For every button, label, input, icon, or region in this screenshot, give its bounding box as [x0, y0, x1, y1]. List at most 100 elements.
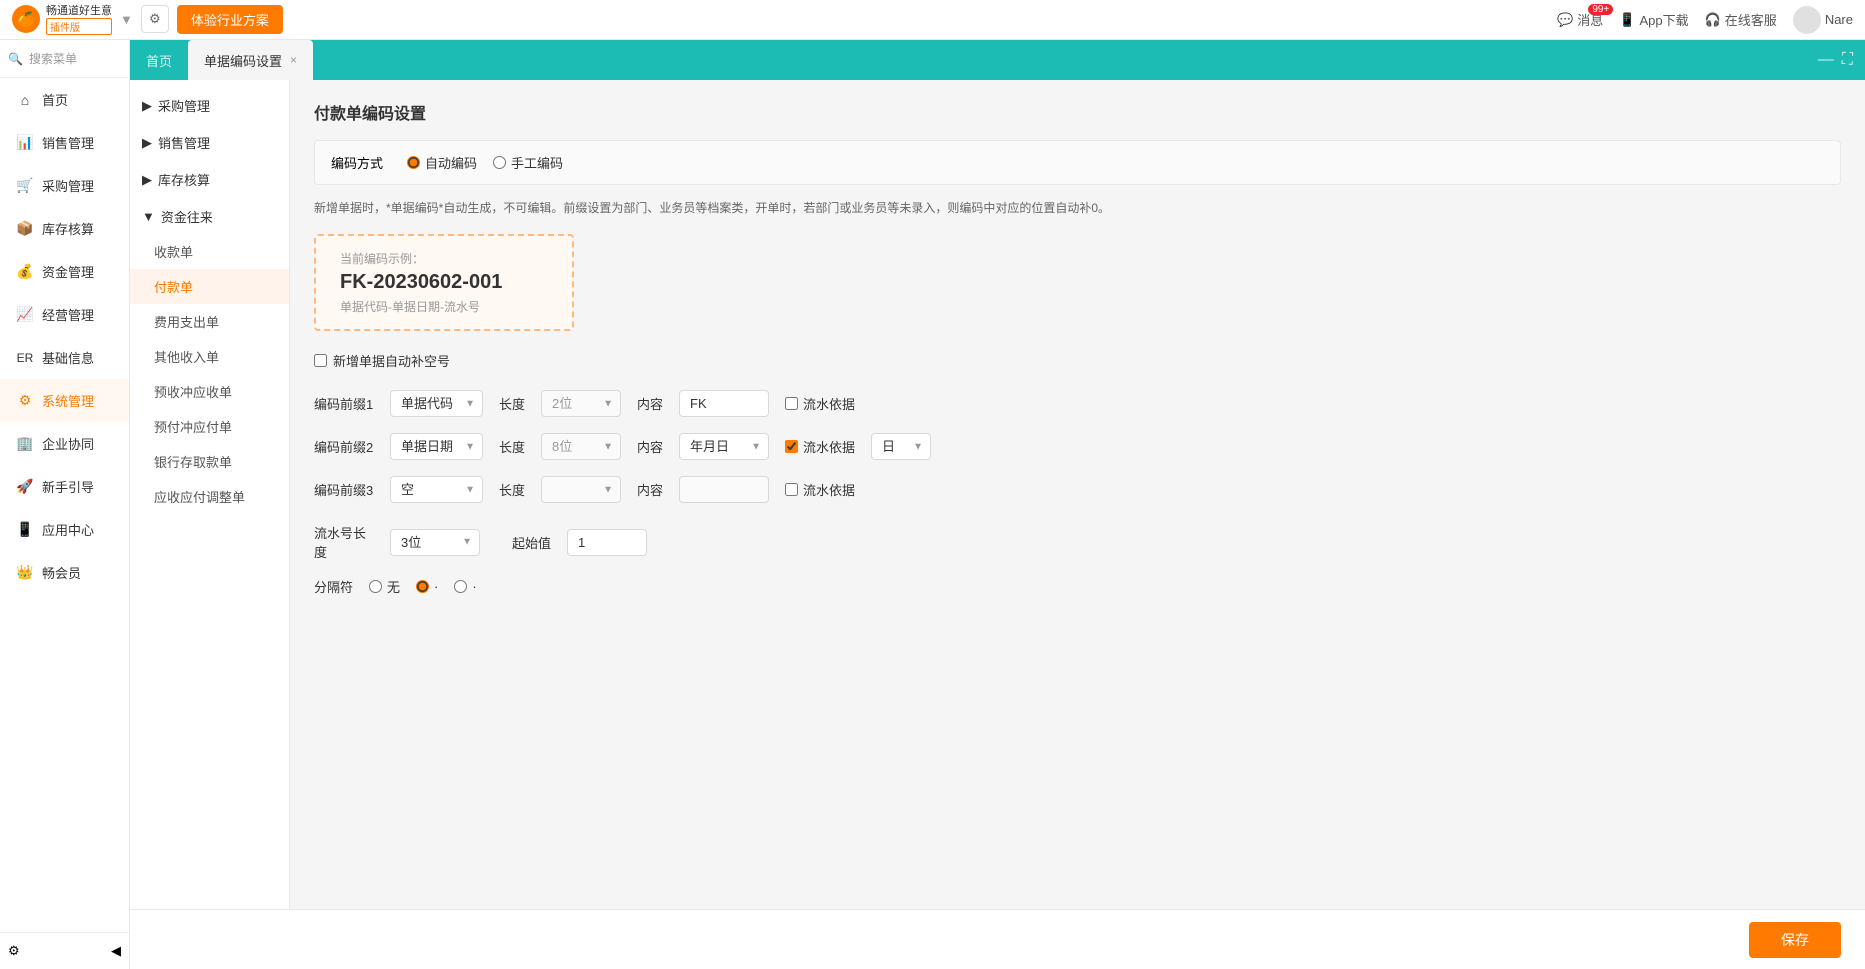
tab-maximize-icon[interactable]: ⛶: [1842, 51, 1853, 69]
dropdown-arrow-icon[interactable]: ▼: [120, 12, 133, 27]
user-avatar-area[interactable]: Nare: [1793, 6, 1853, 34]
stream-check-1: 流水依据: [785, 394, 855, 413]
enterprise-icon: 🏢: [16, 435, 34, 453]
sidebar-item-member[interactable]: 👑 畅会员: [0, 551, 129, 594]
content2-select-wrapper: 年月日 年月 年 ▼: [679, 433, 769, 460]
message-button[interactable]: 💬 消息 99+: [1557, 10, 1603, 29]
start-value-input[interactable]: [567, 529, 647, 556]
save-button[interactable]: 保存: [1749, 922, 1841, 958]
prefix3-select[interactable]: 单据代码 单据日期 部门 业务员 空: [390, 476, 483, 503]
serial-length-select[interactable]: 3位 4位 5位 6位: [390, 529, 480, 556]
content2-select[interactable]: 年月日 年月 年: [679, 433, 769, 460]
stream-checkbox-1[interactable]: [785, 397, 798, 410]
sidebar-item-finance[interactable]: 💰 资金管理: [0, 250, 129, 293]
sub-menu-inventory-header[interactable]: ▶ 库存核算: [130, 162, 289, 197]
auto-code-option[interactable]: 自动编码: [407, 153, 477, 172]
stream-check-2: 流水依据: [785, 437, 855, 456]
gear-button[interactable]: ⚙: [141, 5, 169, 33]
sidebar-item-enterprise[interactable]: 🏢 企业协同: [0, 422, 129, 465]
settings-icon[interactable]: ⚙: [8, 943, 20, 959]
manual-code-label: 手工编码: [511, 153, 563, 172]
prefix1-select[interactable]: 单据代码 单据日期 部门 业务员 空: [390, 390, 483, 417]
stream-checkbox-3[interactable]: [785, 483, 798, 496]
search-menu[interactable]: 🔍 搜索菜单: [0, 40, 129, 78]
sep-dot-option[interactable]: ·: [416, 579, 438, 594]
app-download-button[interactable]: 📱 App下载: [1619, 10, 1688, 29]
sep-dot2-radio[interactable]: [454, 580, 467, 593]
online-service-label: 在线客服: [1725, 10, 1777, 29]
sidebar-item-inventory[interactable]: 📦 库存核算: [0, 207, 129, 250]
app-download-label: App下载: [1639, 10, 1688, 29]
sidebar-item-sales[interactable]: 📊 销售管理: [0, 121, 129, 164]
capital-expand-icon: ▼: [142, 209, 155, 224]
sub-menu-capital-label: 资金往来: [161, 207, 213, 226]
sub-menu-expense[interactable]: 费用支出单: [130, 304, 289, 339]
content-wrapper: 首页 单据编码设置 × — ⛶ ▶ 采购管理: [130, 40, 1865, 969]
tab-home[interactable]: 首页: [130, 40, 188, 80]
sub-menu-capital: ▼ 资金往来 收款单 付款单 费用支出单 其他收入单 预收冲应收单 预付冲应付单…: [130, 199, 289, 514]
prefix3-label: 编码前缀3: [314, 480, 374, 499]
sub-menu-income[interactable]: 其他收入单: [130, 339, 289, 374]
apps-icon: 📱: [16, 521, 34, 539]
online-service-button[interactable]: 🎧 在线客服: [1705, 10, 1777, 29]
top-bar-left: 🍊 畅通道好生意 插件版 ▼ ⚙ 体验行业方案: [12, 4, 283, 35]
tab-minimize-icon[interactable]: —: [1818, 51, 1834, 69]
brand-name: 畅通道好生意: [46, 4, 112, 18]
sub-menu-payment[interactable]: 付款单: [130, 269, 289, 304]
manual-code-radio[interactable]: [493, 156, 506, 169]
sidebar-item-guide[interactable]: 🚀 新手引导: [0, 465, 129, 508]
experience-button[interactable]: 体验行业方案: [177, 5, 283, 34]
sidebar-item-purchase-label: 采购管理: [42, 176, 94, 195]
sidebar-item-apps[interactable]: 📱 应用中心: [0, 508, 129, 551]
user-name: Nare: [1825, 12, 1853, 27]
collapse-icon[interactable]: ◀: [111, 943, 121, 959]
sub-menu-prepay-recv[interactable]: 预收冲应收单: [130, 374, 289, 409]
auto-fill-checkbox[interactable]: [314, 354, 327, 367]
sub-menu-bank[interactable]: 银行存取款单: [130, 444, 289, 479]
auto-code-radio[interactable]: [407, 156, 420, 169]
sep-dot-radio[interactable]: [416, 580, 429, 593]
prefix3-row: 编码前缀3 单据代码 单据日期 部门 业务员 空 ▼ 长度: [314, 476, 1841, 503]
content-input-1[interactable]: [679, 390, 769, 417]
length3-select[interactable]: [541, 476, 621, 503]
content-label-3: 内容: [637, 480, 663, 499]
brand-text-area: 畅通道好生意 插件版: [46, 4, 112, 35]
sub-menu-purchase-label: 采购管理: [158, 96, 210, 115]
sub-menu-prepay-pay[interactable]: 预付冲应付单: [130, 409, 289, 444]
length2-select[interactable]: 6位 8位 10位: [541, 433, 621, 460]
stream-label-1: 流水依据: [803, 394, 855, 413]
sidebar-item-home-label: 首页: [42, 90, 68, 109]
sep-none-radio[interactable]: [369, 580, 382, 593]
footer-bar: 保存: [130, 909, 1865, 969]
stream-label-2: 流水依据: [803, 437, 855, 456]
sub-menu-ap-adjust[interactable]: 应收应付调整单: [130, 479, 289, 514]
content-label-2: 内容: [637, 437, 663, 456]
sub-menu-capital-header[interactable]: ▼ 资金往来: [130, 199, 289, 234]
length-label-2: 长度: [499, 437, 525, 456]
sidebar-item-system[interactable]: ⚙ 系统管理: [0, 379, 129, 422]
sidebar-item-operations[interactable]: 📈 经营管理: [0, 293, 129, 336]
stream-checkbox-2[interactable]: [785, 440, 798, 453]
sidebar-item-purchase[interactable]: 🛒 采购管理: [0, 164, 129, 207]
sub-menu-receipt[interactable]: 收款单: [130, 234, 289, 269]
tab-settings[interactable]: 单据编码设置 ×: [188, 40, 313, 80]
content-input-3[interactable]: [679, 476, 769, 503]
length1-select[interactable]: 2位 3位 4位: [541, 390, 621, 417]
coding-method-label: 编码方式: [331, 153, 383, 172]
prefix2-select[interactable]: 单据代码 单据日期 部门 业务员 空: [390, 433, 483, 460]
sub-menu-purchase-header[interactable]: ▶ 采购管理: [130, 88, 289, 123]
guide-icon: 🚀: [16, 478, 34, 496]
sep-none-option[interactable]: 无: [369, 577, 400, 596]
sidebar-item-home[interactable]: ⌂ 首页: [0, 78, 129, 121]
brand: 🍊 畅通道好生意 插件版: [12, 4, 112, 35]
sep-dot2-option[interactable]: ·: [454, 579, 476, 594]
notice-text: 新增单据时，*单据编码*自动生成，不可编辑。前缀设置为部门、业务员等档案类，开单…: [314, 199, 1841, 218]
sidebar-item-sales-label: 销售管理: [42, 133, 94, 152]
separator-label: 分隔符: [314, 577, 353, 596]
manual-code-option[interactable]: 手工编码: [493, 153, 563, 172]
tab-close-icon[interactable]: ×: [290, 53, 297, 67]
stream2-select[interactable]: 日 月 年: [871, 433, 931, 460]
sub-menu-sales-header[interactable]: ▶ 销售管理: [130, 125, 289, 160]
sidebar-item-basics[interactable]: ER 基础信息: [0, 336, 129, 379]
length-label-1: 长度: [499, 394, 525, 413]
